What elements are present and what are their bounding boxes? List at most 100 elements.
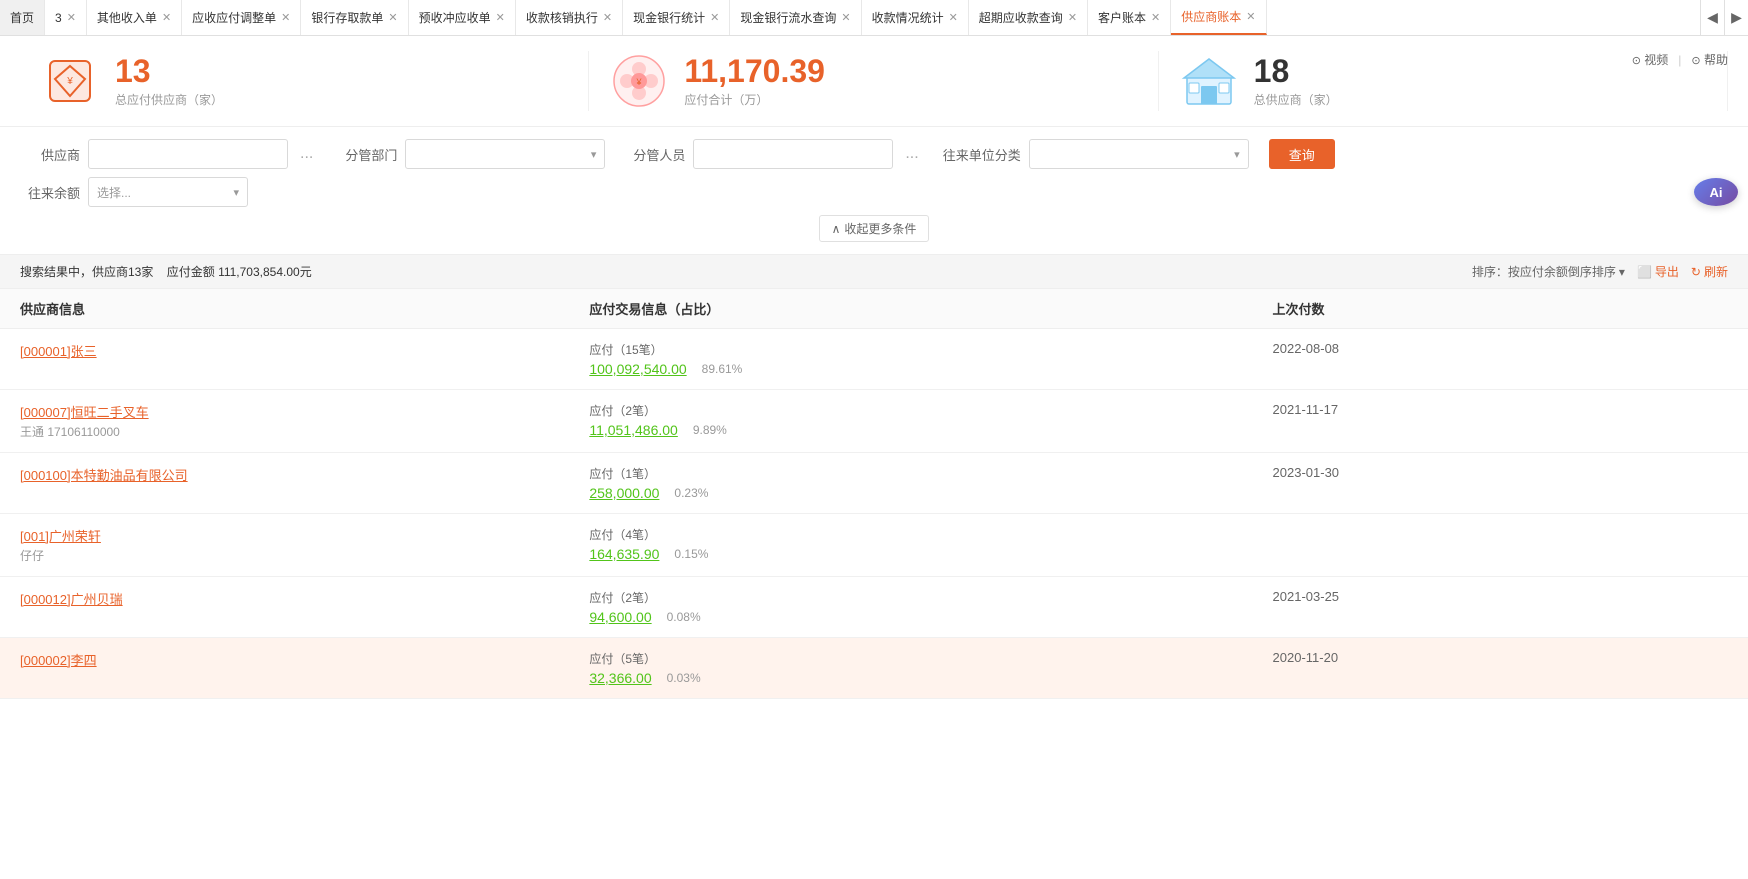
nav-bar: 首页 3 ✕ 其他收入单 ✕ 应收应付调整单 ✕ 银行存取款单 ✕ 预收冲应收单… xyxy=(0,0,1748,36)
table-body: [000001]张三 应付（15笔） 100,092,540.00 89.61%… xyxy=(0,329,1748,879)
stat2-label: 应付合计（万） xyxy=(684,91,825,108)
stat3-label: 总供应商（家） xyxy=(1254,91,1338,108)
close-icon[interactable]: ✕ xyxy=(67,11,76,24)
stat2-number: 11,170.39 xyxy=(684,55,825,87)
close-icon[interactable]: ✕ xyxy=(1068,11,1077,24)
person-dots[interactable]: ... xyxy=(901,145,922,163)
supplier-dots[interactable]: ... xyxy=(296,145,317,163)
last-payment-date: 2023-01-30 xyxy=(1273,465,1728,480)
trans-amount[interactable]: 258,000.00 xyxy=(589,485,659,501)
trans-row: 164,635.90 0.15% xyxy=(589,546,1272,562)
trans-amount[interactable]: 11,051,486.00 xyxy=(589,422,678,438)
transaction-info: 应付（2笔） 94,600.00 0.08% xyxy=(589,589,1272,625)
nav-home[interactable]: 首页 xyxy=(0,0,45,35)
nav-bank[interactable]: 银行存取款单 ✕ xyxy=(301,0,408,35)
close-icon[interactable]: ✕ xyxy=(841,11,850,24)
header-stats: ¥ 13 总应付供应商（家） ¥ 11,170.39 应付合计（万） xyxy=(0,36,1748,127)
col-last-payment: 上次付数 xyxy=(1273,299,1728,318)
stat1-label: 总应付供应商（家） xyxy=(115,91,223,108)
close-icon[interactable]: ✕ xyxy=(949,11,958,24)
dept-select[interactable]: ▾ xyxy=(405,139,605,169)
close-icon[interactable]: ✕ xyxy=(162,11,171,24)
supplier-link[interactable]: [000012]广州贝瑞 xyxy=(20,589,589,608)
result-actions: 排序：按应付余额倒序排序 ▾ ⬜ 导出 ↻ 刷新 xyxy=(1472,263,1728,280)
nav-verify[interactable]: 收款核销执行 ✕ xyxy=(516,0,623,35)
dept-label: 分管部门 xyxy=(337,145,397,164)
flower-icon: ¥ xyxy=(609,51,669,111)
nav-adjust[interactable]: 应收应付调整单 ✕ xyxy=(182,0,301,35)
sort-label: 排序：按应付余额倒序排序 xyxy=(1472,263,1616,280)
trans-label: 应付（2笔） xyxy=(589,402,1272,419)
chevron-down-icon: ▾ xyxy=(591,148,597,161)
filter-dept: 分管部门 ▾ xyxy=(337,139,605,169)
nav-cash-flow[interactable]: 现金银行流水查询 ✕ xyxy=(730,0,861,35)
close-icon[interactable]: ✕ xyxy=(603,11,612,24)
supplier-info: [001]广州荣轩 仔仔 xyxy=(20,526,589,564)
sort-dropdown[interactable]: 排序：按应付余额倒序排序 ▾ xyxy=(1472,263,1625,280)
refresh-button[interactable]: ↻ 刷新 xyxy=(1691,263,1728,280)
close-icon[interactable]: ✕ xyxy=(1151,11,1160,24)
export-button[interactable]: ⬜ 导出 xyxy=(1637,263,1679,280)
collapse-button[interactable]: ∧ 收起更多条件 xyxy=(819,215,930,242)
nav-prev-arrow[interactable]: ◀ xyxy=(1700,0,1724,36)
trans-amount[interactable]: 94,600.00 xyxy=(589,609,651,625)
nav-cash-stat[interactable]: 现金银行统计 ✕ xyxy=(623,0,730,35)
nav-payment-stat[interactable]: 收款情况统计 ✕ xyxy=(862,0,969,35)
close-icon[interactable]: ✕ xyxy=(710,11,719,24)
supplier-link[interactable]: [000002]李四 xyxy=(20,650,589,669)
trans-percent: 89.61% xyxy=(702,362,743,376)
nav-customer-ledger[interactable]: 客户账本 ✕ xyxy=(1088,0,1171,35)
stat3-number: 18 xyxy=(1254,55,1338,87)
trans-label: 应付（5笔） xyxy=(589,650,1272,667)
table-row: [000007]恒旺二手叉车 王通 17106110000 应付（2笔） 11,… xyxy=(0,390,1748,453)
supplier-link[interactable]: [000007]恒旺二手叉车 xyxy=(20,402,589,421)
balance-select[interactable]: 选择... ▾ xyxy=(88,177,248,207)
supplier-link[interactable]: [000100]本特勤油品有限公司 xyxy=(20,465,589,484)
help-link[interactable]: ⊙ 帮助 xyxy=(1691,51,1728,68)
transaction-info: 应付（15笔） 100,092,540.00 89.61% xyxy=(589,341,1272,377)
nav-overdue[interactable]: 超期应收款查询 ✕ xyxy=(969,0,1088,35)
category-select[interactable]: ▾ xyxy=(1029,139,1249,169)
person-input[interactable] xyxy=(693,139,893,169)
export-icon: ⬜ xyxy=(1637,265,1652,279)
trans-percent: 0.15% xyxy=(674,547,708,561)
nav-supplier-ledger[interactable]: 供应商账本 ✕ xyxy=(1171,0,1266,35)
ai-button[interactable]: Ai xyxy=(1694,178,1738,206)
supplier-link[interactable]: [000001]张三 xyxy=(20,341,589,360)
nav-tab-3[interactable]: 3 ✕ xyxy=(45,0,87,35)
trans-label: 应付（15笔） xyxy=(589,341,1272,358)
data-table: 供应商信息 应付交易信息（占比） 上次付数 [000001]张三 应付（15笔）… xyxy=(0,289,1748,879)
trans-amount[interactable]: 32,366.00 xyxy=(589,670,651,686)
refresh-label: 刷新 xyxy=(1704,263,1728,280)
close-icon[interactable]: ✕ xyxy=(496,11,505,24)
chevron-down-icon: ▾ xyxy=(1234,148,1240,161)
transaction-info: 应付（4笔） 164,635.90 0.15% xyxy=(589,526,1272,562)
table-row: [000002]李四 应付（5笔） 32,366.00 0.03% 2020-1… xyxy=(0,638,1748,699)
diamond-icon: ¥ xyxy=(40,51,100,111)
nav-prepay[interactable]: 预收冲应收单 ✕ xyxy=(409,0,516,35)
table-row: [000001]张三 应付（15笔） 100,092,540.00 89.61%… xyxy=(0,329,1748,390)
close-icon[interactable]: ✕ xyxy=(1246,10,1255,23)
result-amount-value: 111,703,854.00元 xyxy=(218,265,312,279)
trans-amount[interactable]: 164,635.90 xyxy=(589,546,659,562)
col-transaction: 应付交易信息（占比） xyxy=(589,299,1272,318)
query-button[interactable]: 查询 xyxy=(1269,139,1335,169)
close-icon[interactable]: ✕ xyxy=(388,11,397,24)
result-amount-label: 应付金额 xyxy=(167,265,215,279)
result-info: 搜索结果中，供应商13家 应付金额 111,703,854.00元 xyxy=(20,263,312,280)
transaction-info: 应付（1笔） 258,000.00 0.23% xyxy=(589,465,1272,501)
stat1-number: 13 xyxy=(115,55,223,87)
nav-other-income[interactable]: 其他收入单 ✕ xyxy=(87,0,182,35)
last-payment-date: 2021-03-25 xyxy=(1273,589,1728,604)
collapse-label: 收起更多条件 xyxy=(844,220,916,237)
supplier-input[interactable] xyxy=(88,139,288,169)
trans-row: 32,366.00 0.03% xyxy=(589,670,1272,686)
trans-amount[interactable]: 100,092,540.00 xyxy=(589,361,686,377)
last-payment-date: 2021-11-17 xyxy=(1273,402,1728,417)
supplier-link[interactable]: [001]广州荣轩 xyxy=(20,526,589,545)
video-link[interactable]: ⊙ 视频 xyxy=(1632,51,1669,68)
nav-next-arrow[interactable]: ▶ xyxy=(1724,0,1748,36)
close-icon[interactable]: ✕ xyxy=(281,11,290,24)
transaction-info: 应付（2笔） 11,051,486.00 9.89% xyxy=(589,402,1272,438)
export-label: 导出 xyxy=(1655,263,1679,280)
